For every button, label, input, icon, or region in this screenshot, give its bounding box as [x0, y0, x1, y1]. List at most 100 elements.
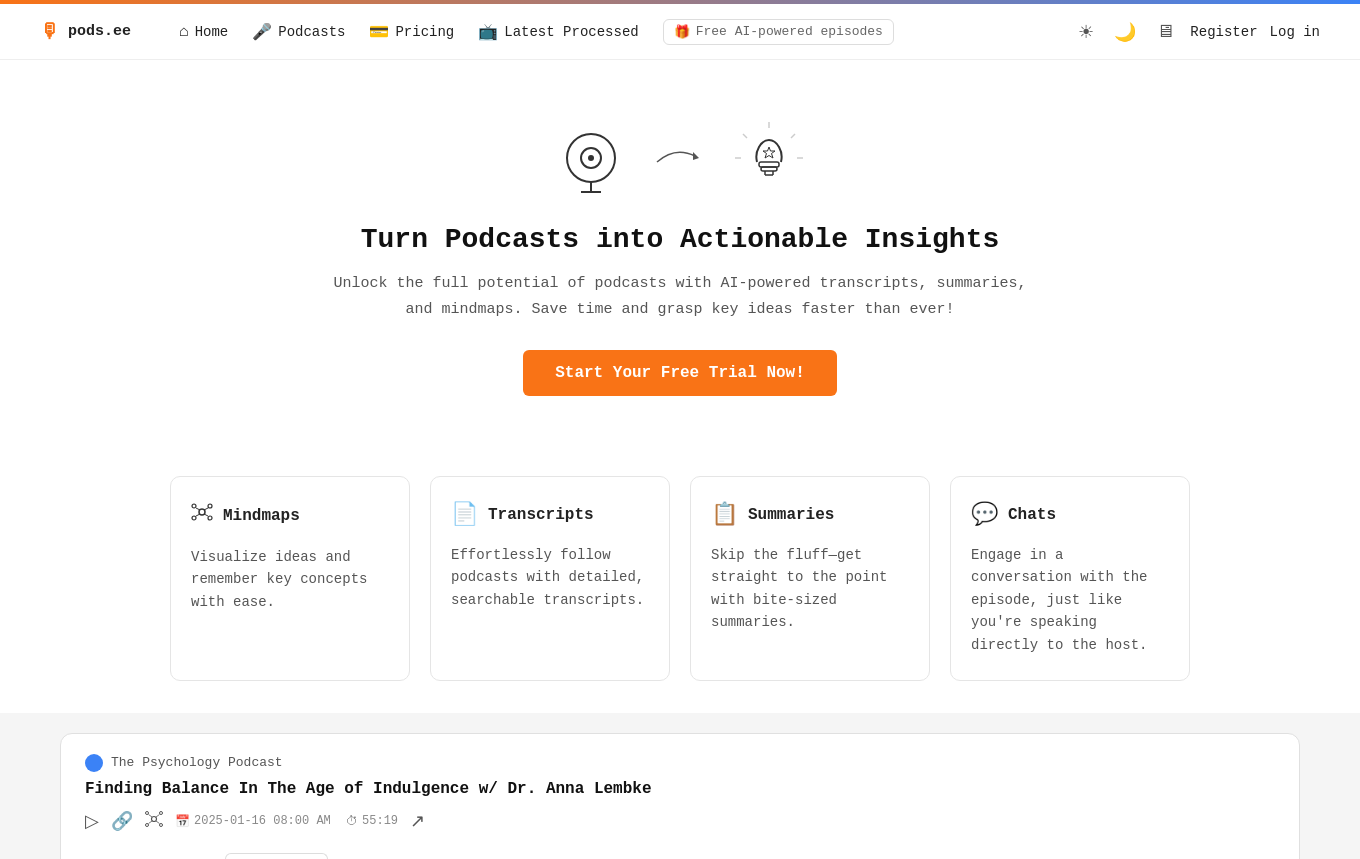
episode-meta: 📅 2025-01-16 08:00 AM ⏱ 55:19 — [175, 814, 398, 829]
tab-summary[interactable]: 📋 Summary — [332, 853, 437, 859]
login-button[interactable]: Log in — [1270, 24, 1320, 40]
demo-card: The Psychology Podcast Finding Balance I… — [60, 733, 1300, 859]
episode-header: The Psychology Podcast Finding Balance I… — [61, 734, 1299, 859]
nav-latest-label: Latest Processed — [504, 24, 638, 40]
hero-subtitle: Unlock the full potential of podcasts wi… — [320, 271, 1040, 322]
hero-icons — [20, 120, 1340, 200]
hero-title: Turn Podcasts into Actionable Insights — [20, 224, 1340, 255]
nav-cta[interactable]: 🎁 Free AI-powered episodes — [663, 19, 894, 45]
feature-card-mindmaps: Mindmaps Visualize ideas and remember ke… — [170, 476, 410, 681]
svg-line-24 — [196, 514, 200, 516]
svg-line-33 — [149, 821, 153, 824]
svg-point-18 — [192, 504, 196, 508]
calendar-icon: 📅 — [175, 814, 190, 829]
nav-right: ☀ 🌙 🖥 Register Log in — [1074, 17, 1320, 47]
tab-shownotes[interactable]: ✏ Shownotes — [109, 853, 221, 859]
podcast-name: The Psychology Podcast — [85, 754, 1275, 772]
episode-title: Finding Balance In The Age of Indulgence… — [85, 780, 652, 798]
mindmaps-icon — [191, 501, 213, 530]
logo-icon: 🎙 — [40, 20, 60, 44]
feature-card-summaries: 📋 Summaries Skip the fluff—get straight … — [690, 476, 930, 681]
svg-line-31 — [149, 814, 153, 817]
svg-point-27 — [146, 811, 149, 814]
clock-icon: ⏱ — [346, 814, 358, 829]
nav-home[interactable]: ⌂ Home — [179, 23, 228, 41]
lightbulb-hero-icon — [729, 120, 809, 200]
svg-line-8 — [743, 134, 747, 138]
feature-text-chats: Engage in a conversation with the episod… — [971, 544, 1169, 656]
episode-actions: ▷ 🔗 📅 2025-01-16 08:00 AM ⏱ 55:19 ↗ — [85, 810, 652, 833]
svg-line-32 — [156, 814, 160, 817]
latest-icon: 📺 — [478, 22, 498, 42]
feature-card-transcripts: 📄 Transcripts Effortlessly follow podcas… — [430, 476, 670, 681]
svg-rect-12 — [761, 167, 777, 171]
svg-line-23 — [204, 508, 208, 510]
register-button[interactable]: Register — [1190, 24, 1257, 40]
tab-transcript[interactable]: 📄 Transcript — [441, 853, 569, 859]
svg-point-19 — [208, 504, 212, 508]
svg-marker-16 — [763, 147, 775, 158]
episode-date: 2025-01-16 08:00 AM — [194, 814, 331, 828]
nav-cta-label: Free AI-powered episodes — [696, 24, 883, 39]
feature-title-summaries: Summaries — [748, 506, 834, 524]
feature-text-transcripts: Effortlessly follow podcasts with detail… — [451, 544, 649, 611]
feature-card-mindmaps-header: Mindmaps — [191, 501, 389, 530]
feature-card-chats-header: 💬 Chats — [971, 501, 1169, 528]
trial-button[interactable]: Start Your Free Trial Now! — [523, 350, 837, 396]
podcasts-icon: 🎤 — [252, 22, 272, 42]
theme-dark-btn[interactable]: 🌙 — [1110, 17, 1140, 47]
svg-line-7 — [791, 134, 795, 138]
navbar: 🎙 pods.ee ⌂ Home 🎤 Podcasts 💳 Pricing 📺 … — [0, 4, 1360, 60]
play-button[interactable]: ▷ — [85, 810, 99, 832]
feature-text-mindmaps: Visualize ideas and remember key concept… — [191, 546, 389, 613]
svg-point-30 — [160, 823, 163, 826]
feature-card-summaries-header: 📋 Summaries — [711, 501, 909, 528]
svg-point-2 — [588, 155, 594, 161]
summaries-icon: 📋 — [711, 501, 738, 528]
svg-line-22 — [196, 508, 200, 510]
svg-line-34 — [156, 821, 160, 824]
feature-title-chats: Chats — [1008, 506, 1056, 524]
svg-point-26 — [152, 816, 157, 821]
feature-title-mindmaps: Mindmaps — [223, 507, 300, 525]
chats-icon: 💬 — [971, 501, 998, 528]
svg-point-20 — [192, 516, 196, 520]
nav-home-label: Home — [195, 24, 229, 40]
nav-links: ⌂ Home 🎤 Podcasts 💳 Pricing 📺 Latest Pro… — [179, 19, 1042, 45]
carousel-wrapper: ‹ The Psychology Podcast Finding Balance… — [0, 713, 1360, 859]
logo-text: pods.ee — [68, 23, 131, 40]
feature-card-transcripts-header: 📄 Transcripts — [451, 501, 649, 528]
podcast-hero-icon — [551, 120, 631, 200]
svg-point-21 — [208, 516, 212, 520]
feature-card-chats: 💬 Chats Engage in a conversation with th… — [950, 476, 1190, 681]
nav-podcasts[interactable]: 🎤 Podcasts — [252, 22, 345, 42]
svg-line-25 — [204, 514, 208, 516]
podcast-dot-icon — [85, 754, 103, 772]
episode-tabs: ✏ Shownotes Mindmap 📋 Summary 📄 Transcri… — [85, 845, 1275, 859]
share-button[interactable]: ↗ — [410, 810, 425, 832]
gift-icon: 🎁 — [674, 24, 690, 40]
tab-mindmap[interactable]: Mindmap — [225, 853, 329, 859]
theme-monitor-btn[interactable]: 🖥 — [1152, 17, 1178, 46]
nav-pricing-label: Pricing — [395, 24, 454, 40]
svg-point-29 — [146, 823, 149, 826]
theme-light-btn[interactable]: ☀ — [1074, 17, 1098, 47]
svg-marker-5 — [693, 152, 699, 160]
pricing-icon: 💳 — [369, 22, 389, 42]
transcripts-icon: 📄 — [451, 501, 478, 528]
feature-title-transcripts: Transcripts — [488, 506, 594, 524]
podcast-name-text: The Psychology Podcast — [111, 755, 283, 770]
logo[interactable]: 🎙 pods.ee — [40, 20, 131, 44]
svg-point-28 — [160, 811, 163, 814]
nav-podcasts-label: Podcasts — [278, 24, 345, 40]
feature-text-summaries: Skip the fluff—get straight to the point… — [711, 544, 909, 634]
hero-section: Turn Podcasts into Actionable Insights U… — [0, 60, 1360, 436]
features-section: Mindmaps Visualize ideas and remember ke… — [0, 436, 1360, 713]
mindmap-action-button[interactable] — [145, 810, 163, 833]
nav-auth: Register Log in — [1190, 24, 1320, 40]
link-button[interactable]: 🔗 — [111, 810, 133, 832]
hero-arrow-icon — [655, 144, 705, 176]
nav-pricing[interactable]: 💳 Pricing — [369, 22, 454, 42]
home-icon: ⌂ — [179, 23, 189, 41]
nav-latest[interactable]: 📺 Latest Processed — [478, 22, 638, 42]
